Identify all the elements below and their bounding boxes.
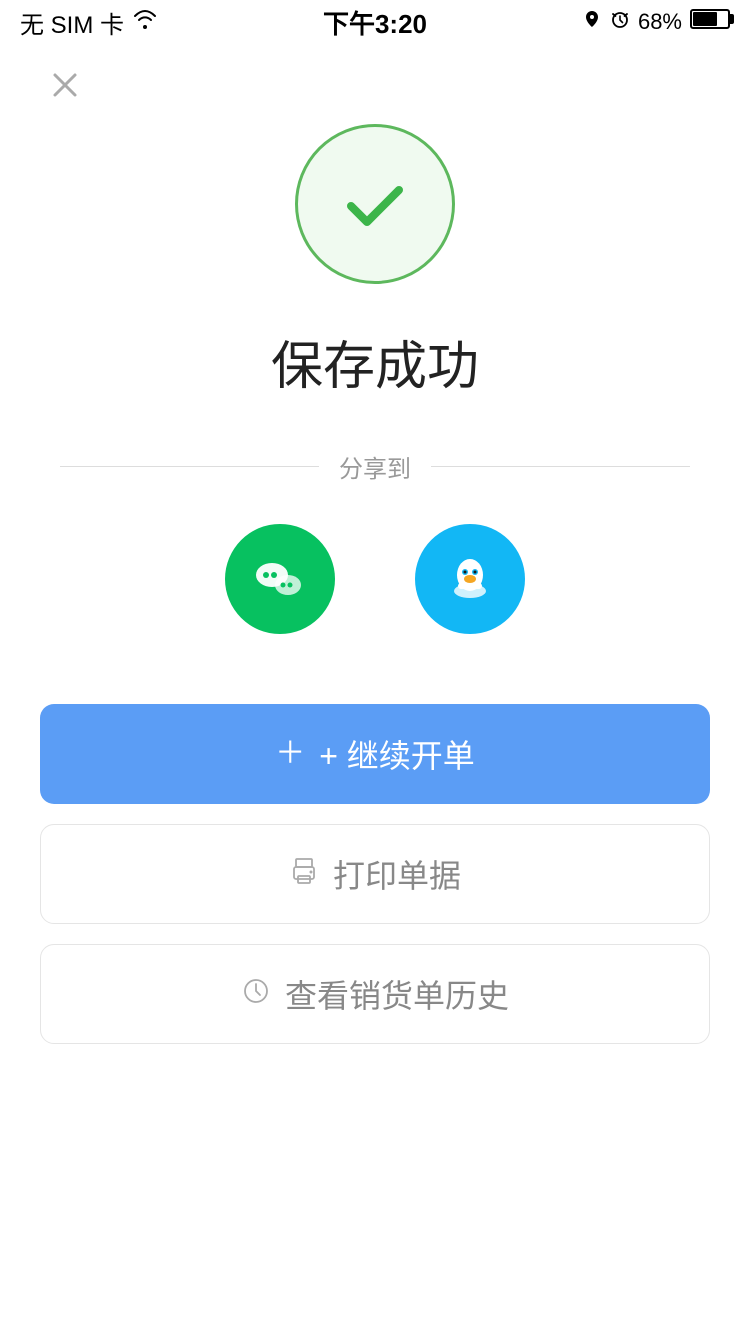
history-label: 查看销货单历史 [285,971,509,1017]
divider-line-right [431,466,690,467]
status-right: 68% [582,9,730,35]
printer-icon [289,856,319,892]
alarm-icon [610,9,630,35]
action-buttons: ＋ + 继续开单 打印单据 查看销货单历 [0,704,750,1044]
share-label: 分享到 [339,449,411,484]
main-content: 保存成功 分享到 [0,44,750,1044]
location-icon [582,9,602,35]
share-row [225,524,525,634]
close-button[interactable] [40,60,90,110]
history-icon [241,976,271,1012]
no-sim-label: 无 SIM 卡 [20,5,124,40]
status-left: 无 SIM 卡 [20,5,158,40]
history-button[interactable]: 查看销货单历史 [40,944,710,1044]
status-time: 下午3:20 [323,4,427,41]
divider-line-left [60,466,319,467]
plus-icon: ＋ [275,739,305,769]
print-button[interactable]: 打印单据 [40,824,710,924]
continue-label: + 继续开单 [319,731,475,777]
success-icon-circle [295,124,455,284]
success-title: 保存成功 [271,324,479,399]
wifi-icon [132,8,158,36]
continue-button[interactable]: ＋ + 继续开单 [40,704,710,804]
share-divider: 分享到 [0,449,750,484]
print-label: 打印单据 [333,851,461,897]
status-bar: 无 SIM 卡 下午3:20 68% [0,0,750,44]
battery-icon [690,9,730,35]
wechat-share-button[interactable] [225,524,335,634]
battery-percent: 68% [638,9,682,35]
qq-share-button[interactable] [415,524,525,634]
